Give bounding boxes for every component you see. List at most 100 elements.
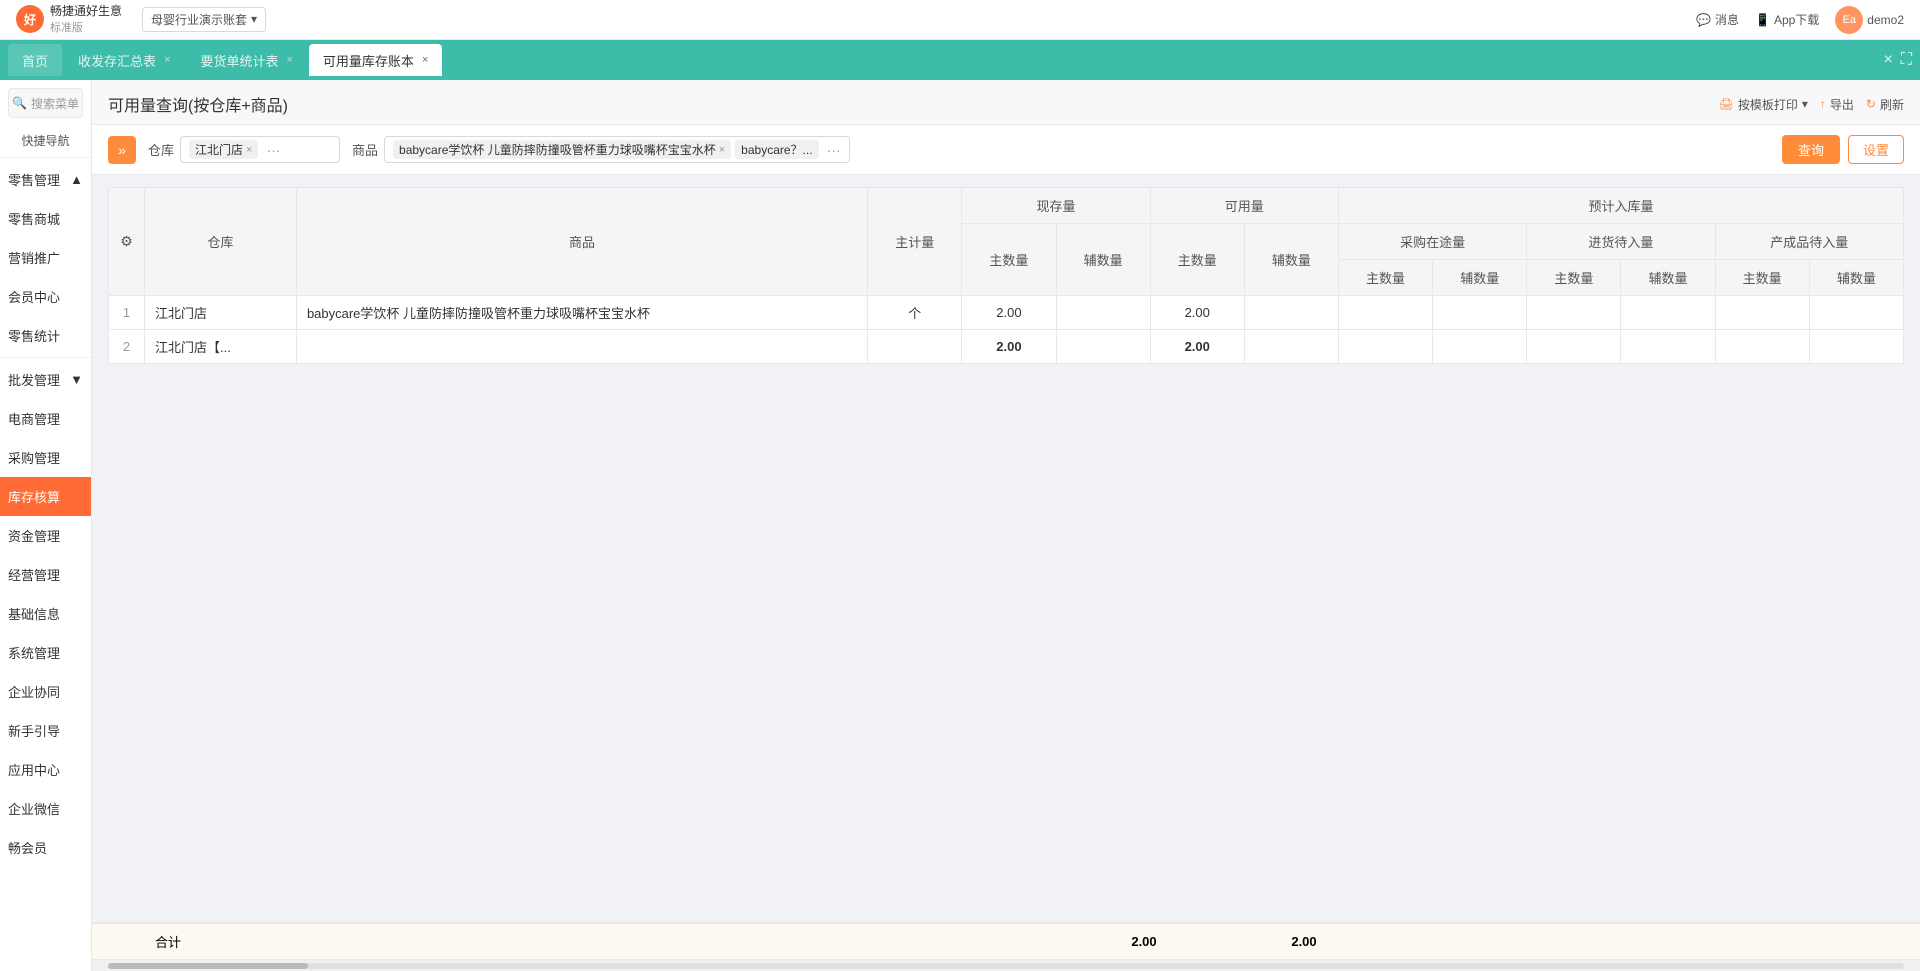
sidebar-item-enterprise-wx[interactable]: 企业微信 bbox=[0, 789, 91, 828]
sidebar-item-retail-mgmt[interactable]: 零售管理 ▲ bbox=[0, 160, 91, 199]
fullscreen-icon[interactable]: ⛶ bbox=[1901, 51, 1912, 69]
data-table: ⚙ 仓库 商品 主计量 现存量 可用量 预计入库量 主数量 辅数量 主数量 辅数… bbox=[108, 187, 1904, 364]
tab-receive-summary[interactable]: 收发存汇总表 × bbox=[64, 44, 184, 76]
warehouse-label: 仓库 bbox=[148, 140, 174, 159]
settings-button[interactable]: 设置 bbox=[1848, 135, 1904, 164]
row-inbound-main bbox=[1527, 330, 1621, 364]
print-btn[interactable]: 🖨 按模板打印 ▾ bbox=[1719, 96, 1808, 113]
main-layout: 🔍 搜索菜单 快捷导航 零售管理 ▲ 零售商城 营销推广 会员中心 零售统计 批… bbox=[0, 80, 1920, 971]
sidebar-item-inventory[interactable]: 库存核算 bbox=[0, 477, 91, 516]
sidebar-item-wholesale-mgmt[interactable]: 批发管理 ▼ bbox=[0, 360, 91, 399]
table-header-stock-group: 现存量 bbox=[962, 188, 1150, 224]
row-stock-main: 2.00 bbox=[962, 296, 1056, 330]
product-tag1: babycare学饮杯 儿童防摔防撞吸管杯重力球吸嘴杯宝宝水杯 × bbox=[393, 140, 731, 159]
total-inbound-main bbox=[1584, 924, 1664, 959]
tab-home[interactable]: 首页 bbox=[8, 44, 62, 76]
table-header-purchase-aux: 辅数量 bbox=[1433, 260, 1527, 296]
scrollbar-thumb[interactable] bbox=[108, 963, 308, 969]
tab-order-stats[interactable]: 要货单统计表 × bbox=[186, 44, 306, 76]
table-header-production-group: 产成品待入量 bbox=[1715, 224, 1903, 260]
print-label: 按模板打印 bbox=[1738, 96, 1798, 113]
filter-bar: » 仓库 江北门店 × ··· 商品 babycare学饮杯 儿童防摔防撞吸管杯… bbox=[92, 125, 1920, 175]
sidebar-item-enterprise[interactable]: 企业协同 bbox=[0, 672, 91, 711]
sidebar-search: 🔍 搜索菜单 bbox=[0, 80, 91, 126]
close-icon[interactable]: × bbox=[164, 54, 170, 66]
refresh-btn[interactable]: ↻ 刷新 bbox=[1866, 96, 1904, 113]
chevron-down-icon: ▾ bbox=[251, 12, 257, 26]
search-menu-btn[interactable]: 🔍 搜索菜单 bbox=[8, 88, 83, 118]
scrollbar-area[interactable] bbox=[92, 959, 1920, 971]
close-icon[interactable]: × bbox=[422, 54, 428, 66]
print-icon: 🖨 bbox=[1719, 97, 1734, 111]
sidebar-item-member[interactable]: 畅会员 bbox=[0, 828, 91, 867]
table-header-purchase-main: 主数量 bbox=[1338, 260, 1432, 296]
export-btn[interactable]: ↑ 导出 bbox=[1820, 96, 1854, 113]
more-options-icon[interactable]: ··· bbox=[266, 142, 280, 158]
tab-actions: × ⛶ bbox=[1883, 51, 1912, 69]
warehouse-tag-delete[interactable]: × bbox=[246, 144, 252, 156]
tab-available-stock[interactable]: 可用量库存账本 × bbox=[309, 44, 442, 76]
query-button[interactable]: 查询 bbox=[1782, 135, 1840, 164]
sidebar-item-retail-stats[interactable]: 零售统计 bbox=[0, 316, 91, 355]
total-prod-aux bbox=[1824, 924, 1904, 959]
product-tag1-delete[interactable]: × bbox=[719, 144, 725, 156]
table-wrap: ⚙ 仓库 商品 主计量 现存量 可用量 预计入库量 主数量 辅数量 主数量 辅数… bbox=[92, 175, 1920, 922]
chevron-icon: ▲ bbox=[70, 172, 83, 187]
row-avail-aux bbox=[1244, 296, 1338, 330]
row-product: babycare学饮杯 儿童防摔防撞吸管杯重力球吸嘴杯宝宝水杯 bbox=[296, 296, 867, 330]
sidebar-item-ops-mgmt[interactable]: 经营管理 bbox=[0, 555, 91, 594]
refresh-label: 刷新 bbox=[1880, 96, 1904, 113]
message-btn[interactable]: 💬 消息 bbox=[1696, 11, 1739, 28]
close-all-icon[interactable]: × bbox=[1883, 51, 1892, 69]
row-stock-main: 2.00 bbox=[962, 330, 1056, 364]
sidebar-item-sys-mgmt[interactable]: 系统管理 bbox=[0, 633, 91, 672]
divider bbox=[0, 157, 91, 158]
row-avail-main: 2.00 bbox=[1150, 296, 1244, 330]
total-purchase-main bbox=[1424, 924, 1504, 959]
expand-filter-btn[interactable]: » bbox=[108, 136, 136, 164]
app-download-btn[interactable]: 📱 App下载 bbox=[1755, 11, 1819, 28]
total-stock-main: 2.00 bbox=[1104, 924, 1184, 959]
product-input[interactable]: babycare学饮杯 儿童防摔防撞吸管杯重力球吸嘴杯宝宝水杯 × babyca… bbox=[384, 136, 850, 163]
sidebar-item-app-center[interactable]: 应用中心 bbox=[0, 750, 91, 789]
row-purchase-aux bbox=[1433, 296, 1527, 330]
refresh-icon: ↻ bbox=[1866, 97, 1876, 111]
warehouse-input[interactable]: 江北门店 × ··· bbox=[180, 136, 340, 163]
close-icon[interactable]: × bbox=[286, 54, 292, 66]
more-options2-icon[interactable]: ··· bbox=[827, 142, 841, 158]
table-header-avail-aux: 辅数量 bbox=[1244, 224, 1338, 296]
logo-icon: 好 bbox=[16, 5, 44, 33]
page-title: 可用量查询(按仓库+商品) bbox=[108, 92, 288, 116]
page-actions: 🖨 按模板打印 ▾ ↑ 导出 ↻ 刷新 bbox=[1719, 96, 1904, 113]
expand-icon: » bbox=[118, 142, 126, 158]
sidebar-item-purchase-mgmt[interactable]: 采购管理 bbox=[0, 438, 91, 477]
row-stock-aux bbox=[1056, 296, 1150, 330]
table-header-gear[interactable]: ⚙ bbox=[109, 188, 145, 296]
top-bar-left: 好 畅捷通好生意 标准版 母婴行业演示账套 ▾ bbox=[16, 4, 266, 34]
product-tag1-value: babycare学饮杯 儿童防摔防撞吸管杯重力球吸嘴杯宝宝水杯 bbox=[399, 141, 716, 158]
row-purchase-main bbox=[1338, 296, 1432, 330]
page-header: 可用量查询(按仓库+商品) 🖨 按模板打印 ▾ ↑ 导出 ↻ 刷新 bbox=[92, 80, 1920, 125]
industry-selector[interactable]: 母婴行业演示账套 ▾ bbox=[142, 7, 266, 32]
sidebar-item-finance[interactable]: 资金管理 bbox=[0, 516, 91, 555]
nav-tabs: 首页 收发存汇总表 × 要货单统计表 × 可用量库存账本 × × ⛶ bbox=[0, 40, 1920, 80]
sidebar-item-quick-nav[interactable]: 快捷导航 bbox=[0, 126, 91, 155]
row-num: 1 bbox=[109, 296, 145, 330]
sidebar-item-retail-mall[interactable]: 零售商城 bbox=[0, 199, 91, 238]
sidebar-item-marketing[interactable]: 营销推广 bbox=[0, 238, 91, 277]
table-header-forecast-group: 预计入库量 bbox=[1338, 188, 1903, 224]
search-icon: 🔍 bbox=[12, 96, 27, 110]
table-row: 1 江北门店 babycare学饮杯 儿童防摔防撞吸管杯重力球吸嘴杯宝宝水杯 个… bbox=[109, 296, 1904, 330]
sidebar-item-new-guide[interactable]: 新手引导 bbox=[0, 711, 91, 750]
content-area: 可用量查询(按仓库+商品) 🖨 按模板打印 ▾ ↑ 导出 ↻ 刷新 bbox=[92, 80, 1920, 971]
industry-label: 母婴行业演示账套 bbox=[151, 11, 247, 28]
sidebar-item-base-info[interactable]: 基础信息 bbox=[0, 594, 91, 633]
table-header-product: 商品 bbox=[296, 188, 867, 296]
table-header-stock-main: 主数量 bbox=[962, 224, 1056, 296]
total-avail-main: 2.00 bbox=[1264, 924, 1344, 959]
sidebar-item-ecom-mgmt[interactable]: 电商管理 bbox=[0, 399, 91, 438]
sidebar-item-member-center[interactable]: 会员中心 bbox=[0, 277, 91, 316]
logo-text-block: 畅捷通好生意 标准版 bbox=[50, 4, 122, 34]
user-profile[interactable]: Ea demo2 bbox=[1835, 6, 1904, 34]
message-label: 消息 bbox=[1715, 11, 1739, 28]
